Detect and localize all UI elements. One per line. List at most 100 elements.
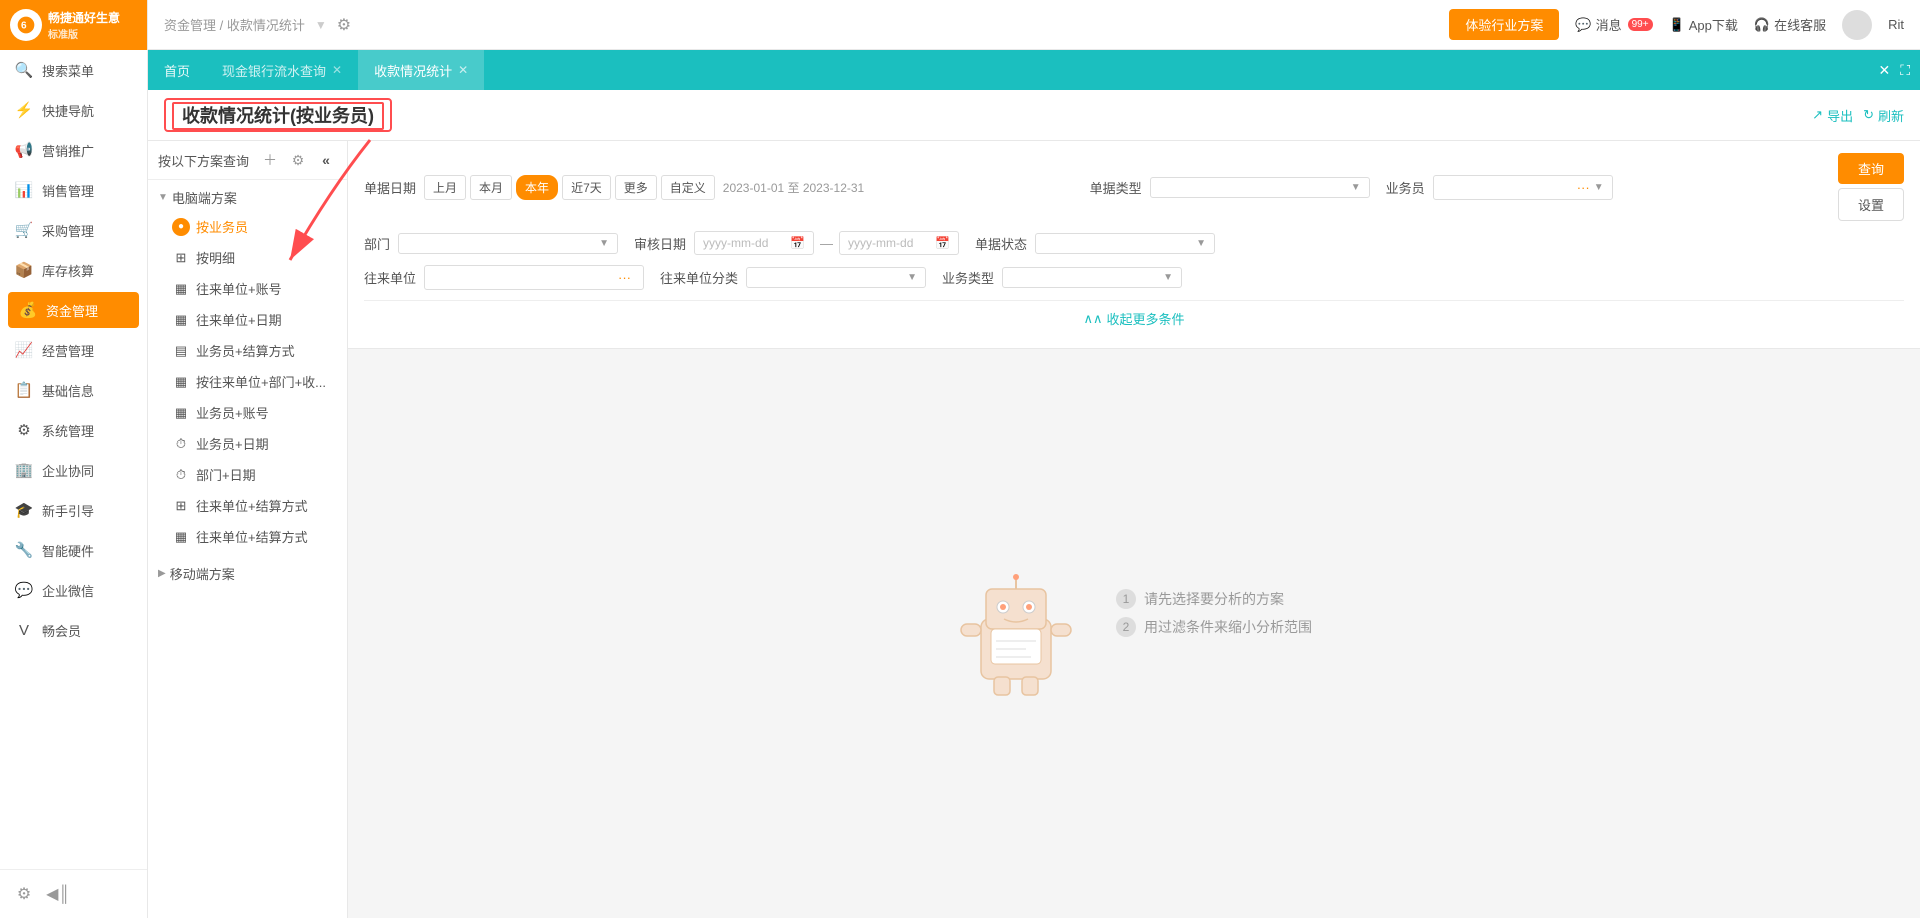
- scheme-item-staff-date[interactable]: ⏱ 业务员+日期: [148, 428, 347, 459]
- setting-button[interactable]: 设置: [1838, 188, 1904, 221]
- review-date-start[interactable]: yyyy-mm-dd 📅: [694, 231, 814, 255]
- inventory-icon: 📦: [14, 260, 34, 280]
- sidebar-item-sales[interactable]: 📊 销售管理: [0, 170, 147, 210]
- sidebar-item-guide[interactable]: 🎓 新手引导: [0, 490, 147, 530]
- scheme-item-by-detail[interactable]: ⊞ 按明细: [148, 242, 347, 273]
- review-date-end[interactable]: yyyy-mm-dd 📅: [839, 231, 959, 255]
- scheme-item-dept-date[interactable]: ⏱ 部门+日期: [148, 459, 347, 490]
- active-indicator-icon: ●: [172, 218, 190, 236]
- sidebar-item-marketing[interactable]: 📢 营销推广: [0, 130, 147, 170]
- export-button[interactable]: ↗ 导出: [1812, 106, 1853, 125]
- sidebar-item-operation[interactable]: 📈 经营管理: [0, 330, 147, 370]
- sidebar-item-system[interactable]: ⚙ 系统管理: [0, 410, 147, 450]
- staff-select[interactable]: ··· ▼: [1433, 175, 1613, 200]
- scheme-item-unit-settlement1[interactable]: ⊞ 往来单位+结算方式: [148, 490, 347, 521]
- sidebar-nav: 🔍 搜索菜单 ⚡ 快捷导航 📢 营销推广 📊 销售管理 🛒 采购管理 📦 库存核…: [0, 50, 147, 869]
- tab-home[interactable]: 首页: [148, 50, 206, 90]
- scheme-item-staff-account[interactable]: ▦ 业务员+账号: [148, 397, 347, 428]
- sidebar-item-member[interactable]: V 畅会员: [0, 610, 147, 650]
- user-avatar[interactable]: [1842, 10, 1872, 40]
- staff-more-icon[interactable]: ···: [1577, 180, 1590, 195]
- doc-status-label: 单据状态: [975, 234, 1027, 253]
- date-btn-more[interactable]: 更多: [615, 175, 657, 200]
- scheme-item-label: 往来单位+账号: [196, 279, 282, 298]
- scheme-item-label: 往来单位+结算方式: [196, 527, 308, 546]
- sidebar-item-enterprise[interactable]: 🏢 企业协同: [0, 450, 147, 490]
- capital-icon: 💰: [18, 300, 38, 320]
- settings-gear-icon[interactable]: ⚙: [337, 15, 351, 35]
- tab-bank-flow-close[interactable]: ✕: [332, 63, 342, 77]
- filter-row-2: 部门 ▼ 审核日期 yyyy-mm-dd 📅: [364, 231, 1904, 255]
- collapse-filter-button[interactable]: ∧∧ 收起更多条件: [364, 300, 1904, 336]
- sidebar-item-capital[interactable]: 💰 资金管理: [8, 292, 139, 328]
- notification-badge: 99+: [1628, 18, 1653, 31]
- scheme-item-unit-date[interactable]: ▦ 往来单位+日期: [148, 304, 347, 335]
- sidebar-item-hardware[interactable]: 🔧 智能硬件: [0, 530, 147, 570]
- scheme-group-mobile: ▶ 移动端方案: [148, 556, 347, 591]
- date-btn-group: 上月 本月 本年 近7天 更多 自定义: [424, 175, 715, 200]
- scheme-item-by-staff[interactable]: ● 按业务员: [148, 211, 347, 242]
- scheme-settings-button[interactable]: ⚙: [287, 149, 309, 171]
- doc-type-arrow-icon: ▼: [1351, 182, 1361, 193]
- tab-close-all-icon[interactable]: ✕: [1878, 62, 1890, 79]
- biz-type-select[interactable]: ▼: [1002, 267, 1182, 288]
- sidebar-item-shortcut[interactable]: ⚡ 快捷导航: [0, 90, 147, 130]
- sidebar-item-inventory[interactable]: 📦 库存核算: [0, 250, 147, 290]
- left-panel-title: 按以下方案查询: [158, 151, 259, 170]
- query-button[interactable]: 查询: [1838, 153, 1904, 184]
- scheme-item-unit-settlement2[interactable]: ▦ 往来单位+结算方式: [148, 521, 347, 552]
- scheme-item-staff-settlement[interactable]: ▤ 业务员+结算方式: [148, 335, 347, 366]
- app-icon: 📱: [1669, 17, 1685, 33]
- enterprise-icon: 🏢: [14, 460, 34, 480]
- scheme-item-unit-account[interactable]: ▦ 往来单位+账号: [148, 273, 347, 304]
- doc-status-select[interactable]: ▼: [1035, 233, 1215, 254]
- trial-industry-button[interactable]: 体验行业方案: [1449, 9, 1559, 40]
- filter-review-date-item: 审核日期 yyyy-mm-dd 📅 — yyyy-mm-dd 📅: [634, 231, 959, 255]
- collapse-panel-button[interactable]: «: [315, 149, 337, 171]
- top-header-left: 资金管理 / 收款情况统计 ▼ ⚙: [164, 15, 351, 35]
- system-icon: ⚙: [14, 420, 34, 440]
- doc-type-select[interactable]: ▼: [1150, 177, 1370, 198]
- add-scheme-button[interactable]: ＋: [259, 149, 281, 171]
- page-title-box: 收款情况统计(按业务员): [164, 98, 392, 132]
- logo-icon: 6: [10, 9, 42, 41]
- date-btn-custom[interactable]: 自定义: [661, 175, 715, 200]
- tab-expand-icon[interactable]: ⛶: [1900, 62, 1910, 79]
- sidebar-item-wechat[interactable]: 💬 企业微信: [0, 570, 147, 610]
- collapse-sidebar-icon[interactable]: ◀║: [44, 880, 72, 908]
- app-download-btn[interactable]: 📱 App下载: [1669, 15, 1738, 34]
- sidebar-item-purchase[interactable]: 🛒 采购管理: [0, 210, 147, 250]
- date-btn-this-month[interactable]: 本月: [470, 175, 512, 200]
- date-btn-7days[interactable]: 近7天: [562, 175, 611, 200]
- settings-bottom-icon[interactable]: ⚙: [10, 880, 38, 908]
- online-service-btn[interactable]: 🎧 在线客服: [1754, 15, 1826, 34]
- refresh-button[interactable]: ↻ 刷新: [1863, 106, 1904, 125]
- dept-select[interactable]: ▼: [398, 233, 618, 254]
- staff-label: 业务员: [1386, 178, 1425, 197]
- unit-select[interactable]: ···: [424, 265, 644, 290]
- page-header: 收款情况统计(按业务员) ↗ 导出 ↻ 刷新: [148, 90, 1920, 141]
- date-btn-this-year[interactable]: 本年: [516, 175, 558, 200]
- scheme-item-unit-dept-recv[interactable]: ▦ 按往来单位+部门+收...: [148, 366, 347, 397]
- tab-collection-stats[interactable]: 收款情况统计 ✕: [358, 50, 484, 90]
- unit-category-select[interactable]: ▼: [746, 267, 926, 288]
- scheme-item-icon: ▦: [172, 373, 190, 391]
- sidebar-item-basic[interactable]: 📋 基础信息: [0, 370, 147, 410]
- sidebar-item-search[interactable]: 🔍 搜索菜单: [0, 50, 147, 90]
- unit-more-icon[interactable]: ···: [618, 270, 631, 285]
- empty-robot-illustration: [956, 569, 1076, 699]
- sidebar-item-label: 基础信息: [42, 381, 94, 400]
- biz-type-arrow-icon: ▼: [1163, 272, 1173, 283]
- filter-row-1: 单据日期 上月 本月 本年 近7天 更多 自定义 2023-01-01 至 20…: [364, 153, 1904, 221]
- sidebar-bottom: ⚙ ◀║: [0, 869, 147, 918]
- export-label: 导出: [1827, 106, 1853, 125]
- scheme-group-desktop-header[interactable]: ▼ 电脑端方案: [148, 184, 347, 211]
- sidebar-item-label: 营销推广: [42, 141, 94, 160]
- scheme-item-label: 业务员+结算方式: [196, 341, 295, 360]
- tab-collection-stats-close[interactable]: ✕: [458, 63, 468, 77]
- tab-bank-flow[interactable]: 现金银行流水查询 ✕: [206, 50, 358, 90]
- date-btn-last-month[interactable]: 上月: [424, 175, 466, 200]
- scheme-group-mobile-header[interactable]: ▶ 移动端方案: [148, 560, 347, 587]
- group-arrow-icon: ▼: [158, 192, 168, 203]
- notification-btn[interactable]: 💬 消息 99+: [1575, 15, 1652, 34]
